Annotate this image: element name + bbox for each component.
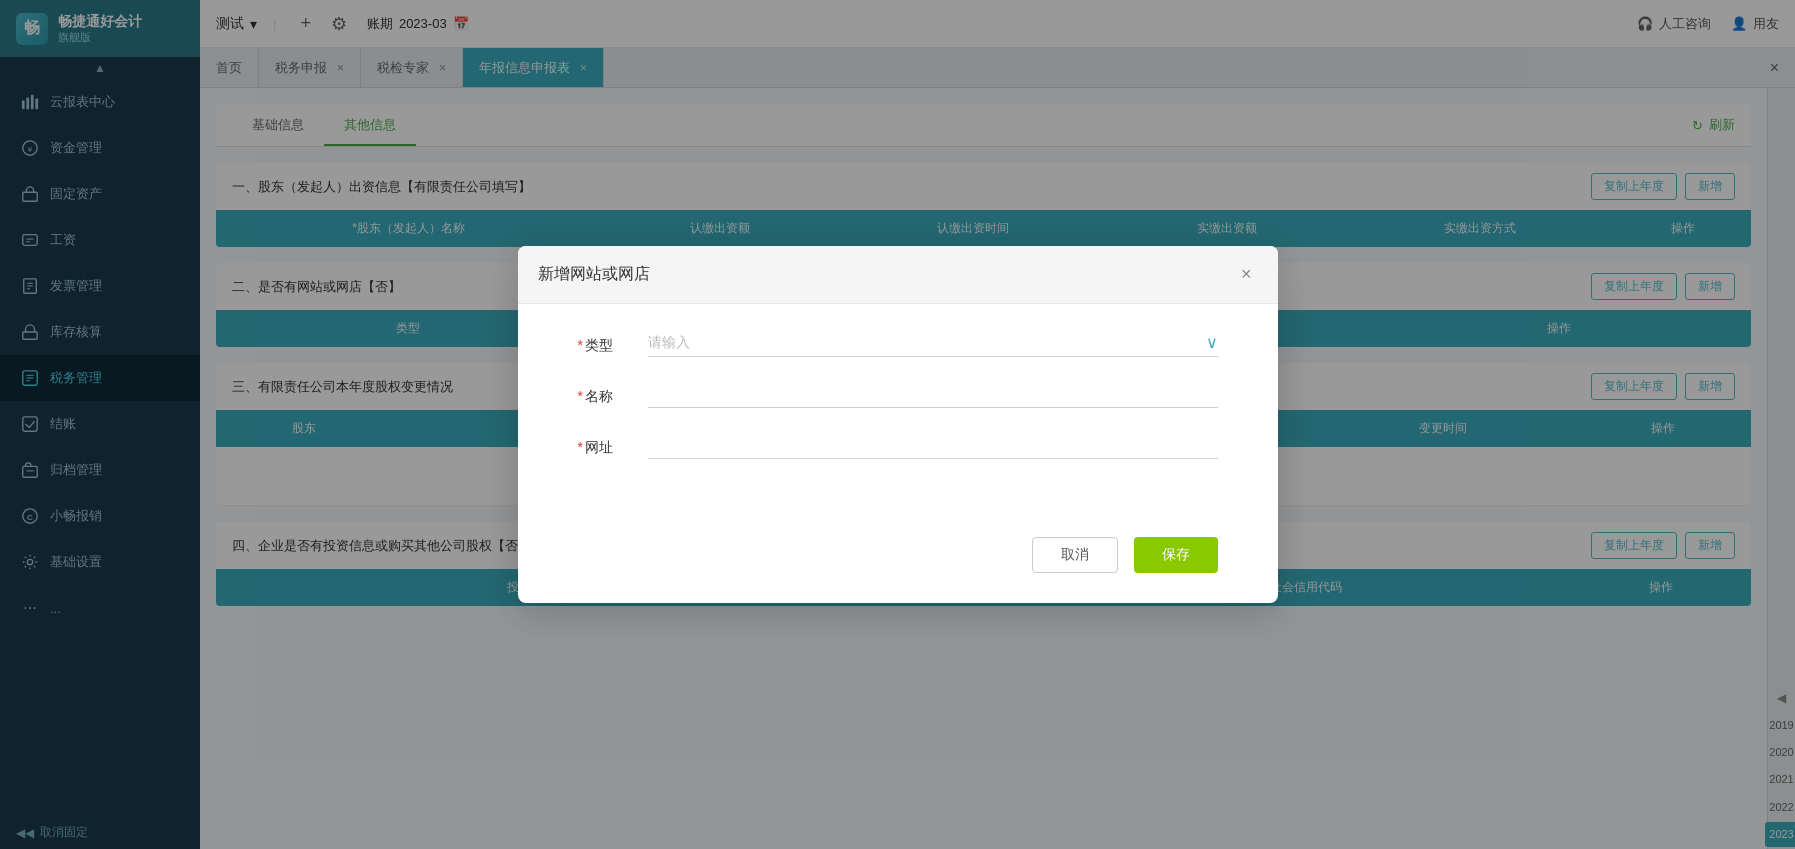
form-row-name: *名称 <box>578 385 1218 408</box>
dialog-close-button[interactable]: × <box>1235 262 1258 287</box>
dialog-overlay: 新增网站或网店 × *类型 ∨ *名称 <box>0 0 1795 849</box>
required-star: * <box>578 388 583 404</box>
url-input-wrap <box>648 436 1218 459</box>
name-input-wrap <box>648 385 1218 408</box>
type-label: *类型 <box>578 337 638 355</box>
dialog-header: 新增网站或网店 × <box>518 246 1278 304</box>
add-website-dialog: 新增网站或网店 × *类型 ∨ *名称 <box>518 246 1278 603</box>
required-star: * <box>578 337 583 353</box>
name-input[interactable] <box>648 385 1218 401</box>
name-label: *名称 <box>578 388 638 406</box>
type-input-wrap: ∨ <box>648 334 1218 357</box>
save-button[interactable]: 保存 <box>1134 537 1218 573</box>
url-label: *网址 <box>578 439 638 457</box>
required-star: * <box>578 439 583 455</box>
type-input[interactable] <box>648 334 1218 350</box>
cancel-button[interactable]: 取消 <box>1032 537 1118 573</box>
form-row-url: *网址 <box>578 436 1218 459</box>
form-row-type: *类型 ∨ <box>578 334 1218 357</box>
type-dropdown-arrow[interactable]: ∨ <box>1206 333 1218 352</box>
dialog-body: *类型 ∨ *名称 *网址 <box>518 304 1278 517</box>
dialog-footer: 取消 保存 <box>518 517 1278 603</box>
dialog-title: 新增网站或网店 <box>538 264 650 285</box>
url-input[interactable] <box>648 436 1218 452</box>
